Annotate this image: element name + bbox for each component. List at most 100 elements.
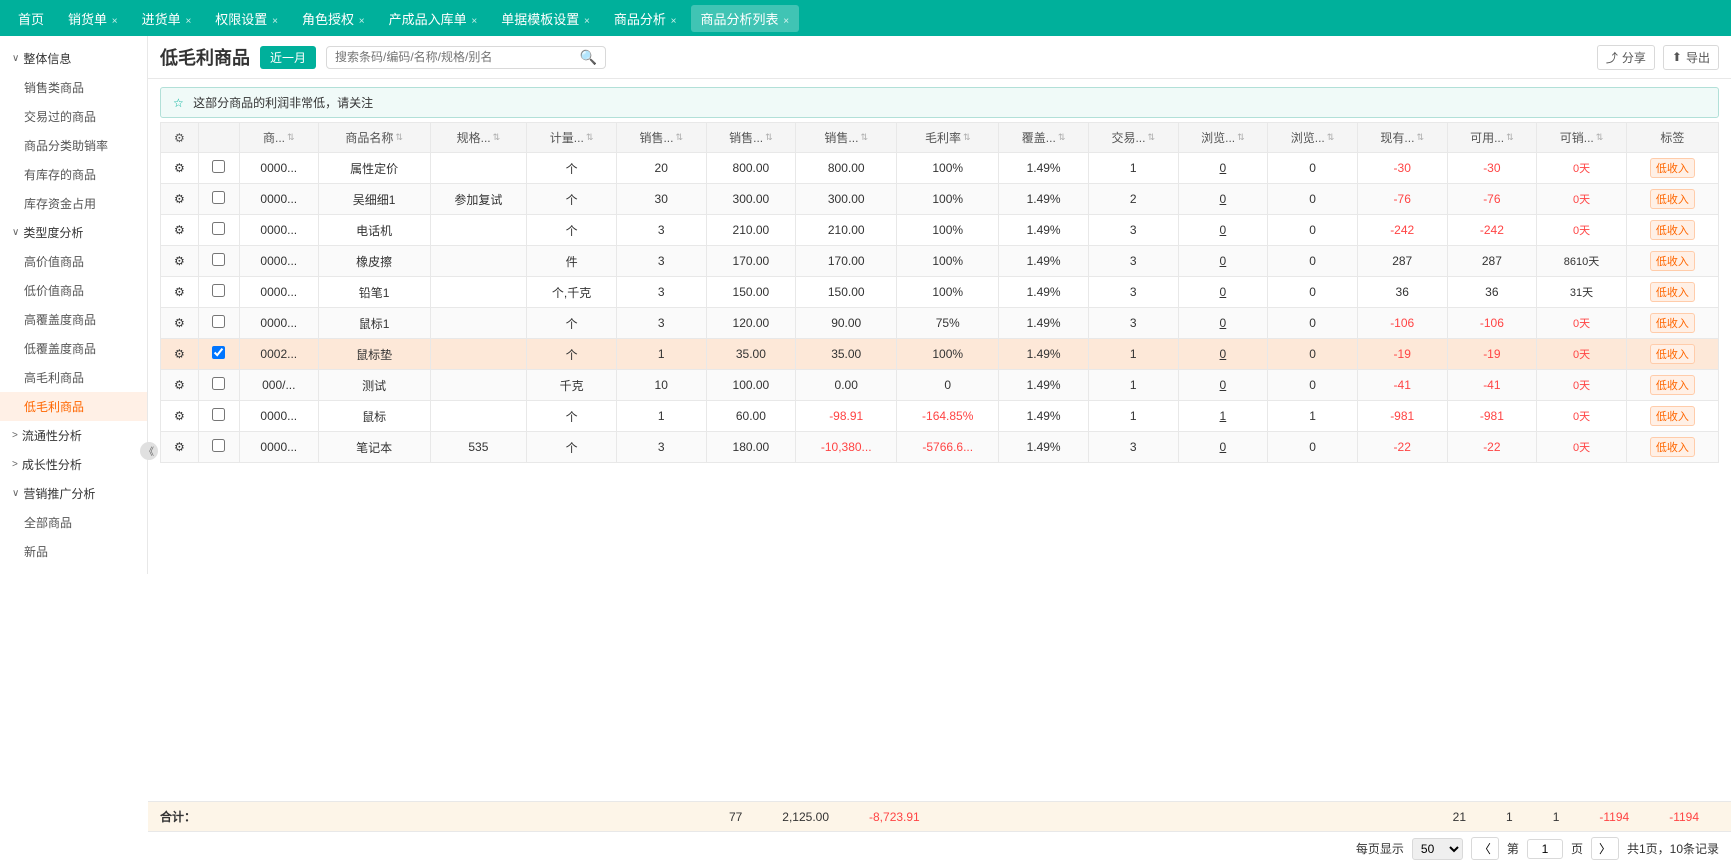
per-page-select[interactable]: 102050100: [1412, 838, 1463, 860]
cell-view1[interactable]: 1: [1178, 401, 1268, 432]
nav-close-icon[interactable]: ×: [668, 16, 677, 27]
nav-item-角色授权[interactable]: 角色授权 ×: [292, 5, 375, 32]
share-button[interactable]: ⤴ 分享: [1597, 45, 1655, 70]
cell-view1[interactable]: 0: [1220, 254, 1227, 268]
cell-checkbox[interactable]: [198, 339, 239, 370]
nav-close-icon[interactable]: ×: [781, 16, 790, 27]
col-header-available[interactable]: 可用...⇅: [1447, 123, 1537, 153]
settings-icon[interactable]: ⚙: [174, 223, 185, 237]
row-checkbox[interactable]: [212, 408, 225, 421]
nav-item-销货单[interactable]: 销货单 ×: [58, 5, 128, 32]
sidebar-group-成长性分析[interactable]: >成长性分析: [0, 450, 147, 479]
cell-settings[interactable]: ⚙: [161, 432, 199, 463]
nav-close-icon[interactable]: ×: [269, 16, 278, 27]
cell-view1[interactable]: 0: [1178, 246, 1268, 277]
settings-icon[interactable]: ⚙: [174, 192, 185, 206]
col-header-sellable_days[interactable]: 可销...⇅: [1537, 123, 1627, 153]
settings-icon[interactable]: ⚙: [174, 316, 185, 330]
settings-icon[interactable]: ⚙: [174, 378, 185, 392]
cell-view1[interactable]: 1: [1220, 409, 1227, 423]
sidebar-item-低覆盖度商品[interactable]: 低覆盖度商品: [0, 334, 147, 363]
col-header-current_stock[interactable]: 现有...⇅: [1357, 123, 1447, 153]
cell-settings[interactable]: ⚙: [161, 215, 199, 246]
col-header-trade_count[interactable]: 交易...⇅: [1088, 123, 1178, 153]
cell-view1[interactable]: 0: [1220, 347, 1227, 361]
settings-icon[interactable]: ⚙: [174, 440, 185, 454]
cell-view1[interactable]: 0: [1178, 308, 1268, 339]
cell-checkbox[interactable]: [198, 277, 239, 308]
cell-view1[interactable]: 0: [1220, 192, 1227, 206]
nav-item-首页[interactable]: 首页: [8, 5, 54, 32]
nav-item-权限设置[interactable]: 权限设置 ×: [205, 5, 288, 32]
page-input[interactable]: [1527, 839, 1563, 859]
sidebar-item-低价值商品[interactable]: 低价值商品: [0, 276, 147, 305]
settings-icon[interactable]: ⚙: [174, 285, 185, 299]
cell-settings[interactable]: ⚙: [161, 246, 199, 277]
nav-item-商品分析列表[interactable]: 商品分析列表 ×: [691, 5, 800, 32]
settings-icon[interactable]: ⚙: [174, 409, 185, 423]
col-header-name[interactable]: 商品名称⇅: [318, 123, 430, 153]
cell-checkbox[interactable]: [198, 401, 239, 432]
row-checkbox[interactable]: [212, 160, 225, 173]
nav-close-icon[interactable]: ×: [356, 16, 365, 27]
sidebar-collapse-button[interactable]: 《: [140, 442, 158, 460]
sidebar-item-高价值商品[interactable]: 高价值商品: [0, 247, 147, 276]
nav-close-icon[interactable]: ×: [581, 16, 590, 27]
sidebar-group-类型度分析[interactable]: ∨类型度分析: [0, 218, 147, 247]
settings-icon[interactable]: ⚙: [174, 161, 185, 175]
nav-close-icon[interactable]: ×: [109, 16, 118, 27]
sidebar-group-流通性分析[interactable]: >流通性分析: [0, 421, 147, 450]
sidebar-item-高覆盖度商品[interactable]: 高覆盖度商品: [0, 305, 147, 334]
sidebar-item-有库存的商品[interactable]: 有库存的商品: [0, 160, 147, 189]
sidebar-item-高毛利商品[interactable]: 高毛利商品: [0, 363, 147, 392]
cell-checkbox[interactable]: [198, 184, 239, 215]
cell-settings[interactable]: ⚙: [161, 277, 199, 308]
cell-settings[interactable]: ⚙: [161, 370, 199, 401]
search-input[interactable]: [335, 50, 580, 64]
sidebar-item-低毛利商品[interactable]: 低毛利商品: [0, 392, 147, 421]
cell-checkbox[interactable]: [198, 432, 239, 463]
cell-checkbox[interactable]: [198, 370, 239, 401]
cell-view1[interactable]: 0: [1178, 277, 1268, 308]
col-header-unit[interactable]: 计量...⇅: [527, 123, 617, 153]
time-filter-button[interactable]: 近一月: [260, 46, 316, 69]
sidebar-item-全部商品[interactable]: 全部商品: [0, 508, 147, 537]
col-header-view2[interactable]: 浏览...⇅: [1268, 123, 1358, 153]
row-checkbox[interactable]: [212, 284, 225, 297]
col-header-coverage[interactable]: 覆盖...⇅: [999, 123, 1089, 153]
nav-close-icon[interactable]: ×: [469, 16, 478, 27]
nav-item-进货单[interactable]: 进货单 ×: [132, 5, 202, 32]
cell-view1[interactable]: 0: [1178, 184, 1268, 215]
cell-settings[interactable]: ⚙: [161, 184, 199, 215]
cell-checkbox[interactable]: [198, 215, 239, 246]
cell-view1[interactable]: 0: [1220, 161, 1227, 175]
cell-checkbox[interactable]: [198, 308, 239, 339]
sidebar-item-交易过的商品[interactable]: 交易过的商品: [0, 102, 147, 131]
settings-icon[interactable]: ⚙: [174, 347, 185, 361]
row-checkbox[interactable]: [212, 191, 225, 204]
sidebar-item-新品[interactable]: 新品: [0, 537, 147, 566]
col-header-spec[interactable]: 规格...⇅: [430, 123, 527, 153]
prev-page-button[interactable]: 〈: [1471, 837, 1499, 860]
cell-view1[interactable]: 0: [1178, 370, 1268, 401]
cell-view1[interactable]: 0: [1178, 432, 1268, 463]
col-header-gross_margin[interactable]: 毛利率⇅: [897, 123, 999, 153]
cell-settings[interactable]: ⚙: [161, 308, 199, 339]
cell-view1[interactable]: 0: [1220, 285, 1227, 299]
col-header-sales_profit[interactable]: 销售...⇅: [796, 123, 897, 153]
sidebar-item-库存资金占用[interactable]: 库存资金占用: [0, 189, 147, 218]
col-header-view1[interactable]: 浏览...⇅: [1178, 123, 1268, 153]
row-checkbox[interactable]: [212, 315, 225, 328]
sidebar-item-销售类商品[interactable]: 销售类商品: [0, 73, 147, 102]
cell-settings[interactable]: ⚙: [161, 153, 199, 184]
sidebar-group-营销推广分析[interactable]: ∨营销推广分析: [0, 479, 147, 508]
nav-item-单据模板设置[interactable]: 单据模板设置 ×: [491, 5, 600, 32]
row-checkbox[interactable]: [212, 222, 225, 235]
sidebar-group-整体信息[interactable]: ∨整体信息: [0, 44, 147, 73]
row-checkbox[interactable]: [212, 253, 225, 266]
search-icon[interactable]: 🔍: [580, 49, 597, 66]
cell-view1[interactable]: 0: [1178, 339, 1268, 370]
cell-settings[interactable]: ⚙: [161, 401, 199, 432]
col-header-code[interactable]: 商...⇅: [239, 123, 318, 153]
cell-view1[interactable]: 0: [1220, 223, 1227, 237]
